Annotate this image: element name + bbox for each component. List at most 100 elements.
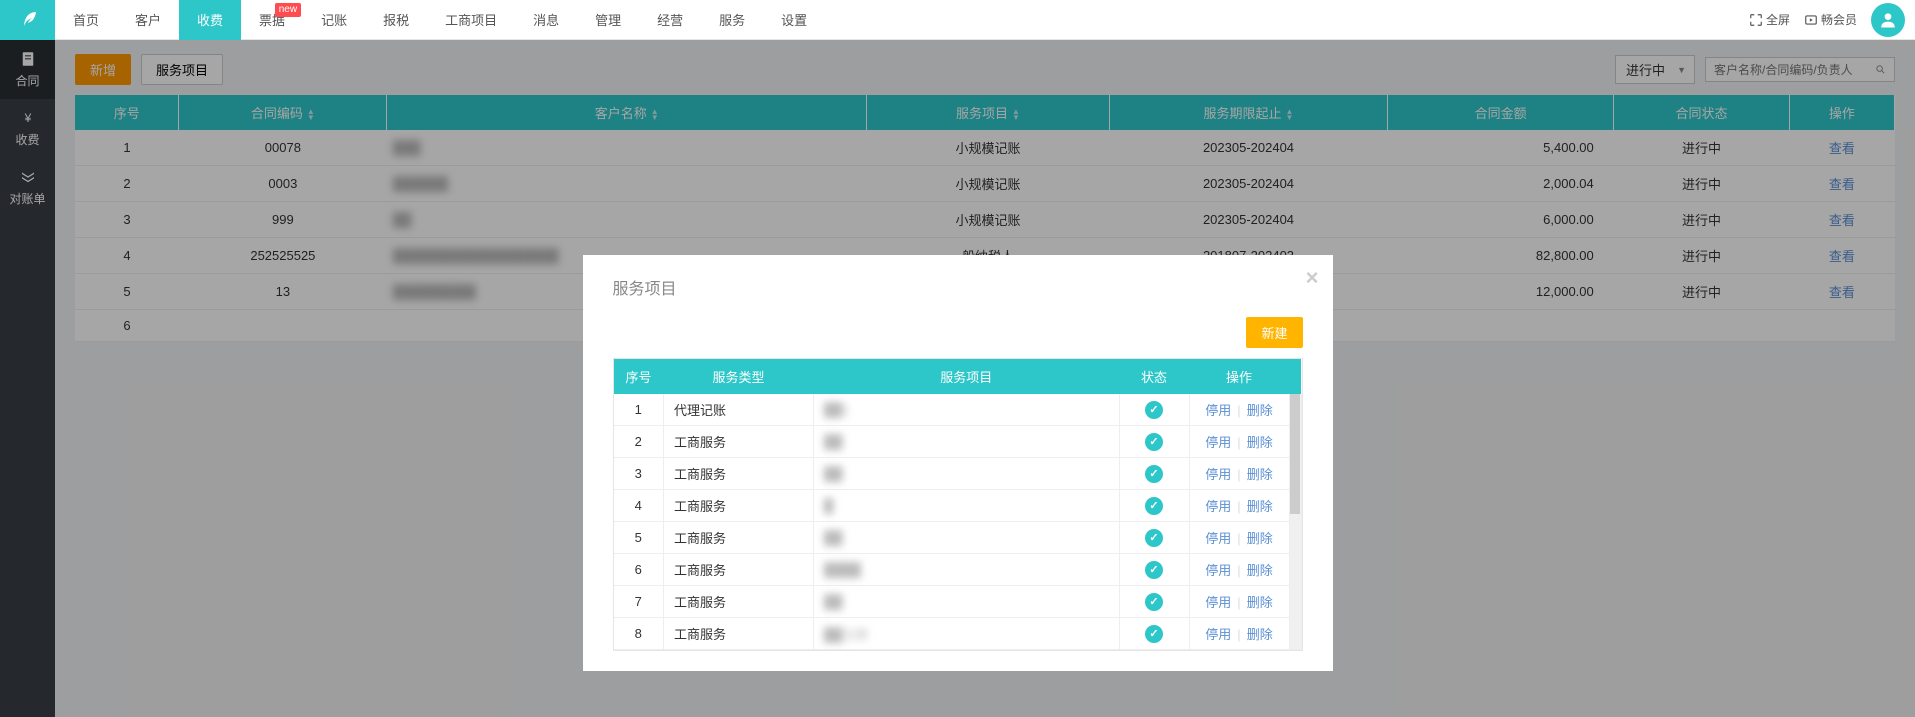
feather-icon bbox=[16, 8, 40, 32]
cell-status bbox=[1119, 522, 1189, 554]
disable-link[interactable]: 停用 bbox=[1199, 595, 1237, 610]
cell-op: 停用|删除 bbox=[1189, 586, 1289, 618]
close-icon[interactable]: × bbox=[1306, 265, 1319, 291]
cell-item: ██1 bbox=[814, 394, 1120, 426]
disable-link[interactable]: 停用 bbox=[1199, 499, 1237, 514]
cell-item: ██ bbox=[814, 522, 1120, 554]
delete-link[interactable]: 删除 bbox=[1241, 627, 1279, 642]
modal-row: 4工商服务█ 停用|删除 bbox=[614, 490, 1302, 522]
cell-seq: 4 bbox=[614, 490, 664, 522]
modal-row: 2工商服务██停用|删除 bbox=[614, 426, 1302, 458]
nav-item-3[interactable]: 票据new bbox=[241, 0, 303, 40]
nav-item-2[interactable]: 收费 bbox=[179, 0, 241, 40]
cell-type: 工商服务 bbox=[664, 458, 814, 490]
cell-seq: 8 bbox=[614, 618, 664, 650]
cell-seq: 7 bbox=[614, 586, 664, 618]
cell-seq: 3 bbox=[614, 458, 664, 490]
cell-op: 停用|删除 bbox=[1189, 394, 1289, 426]
cell-type: 工商服务 bbox=[664, 618, 814, 650]
disable-link[interactable]: 停用 bbox=[1199, 435, 1237, 450]
cell-item: ████ bbox=[814, 554, 1120, 586]
status-ok-icon bbox=[1145, 465, 1163, 483]
cell-seq: 1 bbox=[614, 394, 664, 426]
member-label: 畅会员 bbox=[1821, 11, 1857, 28]
modal-row: 3工商服务██停用|删除 bbox=[614, 458, 1302, 490]
status-ok-icon bbox=[1145, 401, 1163, 419]
modal-row: 5工商服务██ 停用|删除 bbox=[614, 522, 1302, 554]
cell-seq: 6 bbox=[614, 554, 664, 586]
modal-header: 服务项目 bbox=[814, 359, 1120, 394]
avatar[interactable] bbox=[1871, 3, 1905, 37]
delete-link[interactable]: 删除 bbox=[1241, 467, 1279, 482]
scrollbar-thumb[interactable] bbox=[1290, 394, 1300, 514]
nav-item-11[interactable]: 设置 bbox=[763, 0, 825, 40]
modal-scrollbar[interactable] bbox=[1289, 394, 1301, 650]
modal-row: 7工商服务██ 停用|删除 bbox=[614, 586, 1302, 618]
nav-items: 首页客户收费票据new记账报税工商项目消息管理经营服务设置 bbox=[55, 0, 1749, 40]
cell-type: 工商服务 bbox=[664, 490, 814, 522]
disable-link[interactable]: 停用 bbox=[1199, 467, 1237, 482]
modal-row: 6工商服务████停用|删除 bbox=[614, 554, 1302, 586]
modal: × 服务项目 新建 序号服务类型服务项目状态操作 1代理记账██1停用|删除2工… bbox=[583, 255, 1333, 671]
cell-type: 代理记账 bbox=[664, 394, 814, 426]
cell-status bbox=[1119, 490, 1189, 522]
status-ok-icon bbox=[1145, 593, 1163, 611]
modal-toolbar: 新建 bbox=[613, 317, 1303, 348]
cell-status bbox=[1119, 394, 1189, 426]
cell-op: 停用|删除 bbox=[1189, 618, 1289, 650]
cell-op: 停用|删除 bbox=[1189, 458, 1289, 490]
disable-link[interactable]: 停用 bbox=[1199, 627, 1237, 642]
disable-link[interactable]: 停用 bbox=[1199, 563, 1237, 578]
disable-link[interactable]: 停用 bbox=[1199, 531, 1237, 546]
modal-table-wrap: 序号服务类型服务项目状态操作 1代理记账██1停用|删除2工商服务██停用|删除… bbox=[613, 358, 1303, 651]
nav-item-10[interactable]: 服务 bbox=[701, 0, 763, 40]
cell-item: ██ bbox=[814, 426, 1120, 458]
cell-item: ██ bbox=[814, 586, 1120, 618]
nav-item-6[interactable]: 工商项目 bbox=[427, 0, 515, 40]
fullscreen-label: 全屏 bbox=[1766, 11, 1790, 28]
cell-seq: 5 bbox=[614, 522, 664, 554]
status-ok-icon bbox=[1145, 561, 1163, 579]
cell-status bbox=[1119, 586, 1189, 618]
modal-add-button[interactable]: 新建 bbox=[1246, 317, 1302, 348]
delete-link[interactable]: 删除 bbox=[1241, 563, 1279, 578]
modal-header: 服务类型 bbox=[664, 359, 814, 394]
cell-op: 停用|删除 bbox=[1189, 490, 1289, 522]
modal-table: 序号服务类型服务项目状态操作 1代理记账██1停用|删除2工商服务██停用|删除… bbox=[614, 359, 1302, 650]
delete-link[interactable]: 删除 bbox=[1241, 403, 1279, 418]
status-ok-icon bbox=[1145, 433, 1163, 451]
cell-op: 停用|删除 bbox=[1189, 554, 1289, 586]
nav-item-0[interactable]: 首页 bbox=[55, 0, 117, 40]
cell-type: 工商服务 bbox=[664, 586, 814, 618]
modal-overlay: × 服务项目 新建 序号服务类型服务项目状态操作 1代理记账██1停用|删除2工… bbox=[0, 40, 1915, 717]
nav-item-7[interactable]: 消息 bbox=[515, 0, 577, 40]
delete-link[interactable]: 删除 bbox=[1241, 499, 1279, 514]
top-nav: 首页客户收费票据new记账报税工商项目消息管理经营服务设置 全屏 畅会员 bbox=[0, 0, 1915, 40]
nav-badge: new bbox=[275, 3, 301, 17]
play-icon bbox=[1804, 13, 1818, 27]
cell-item: █ bbox=[814, 490, 1120, 522]
nav-item-9[interactable]: 经营 bbox=[639, 0, 701, 40]
nav-item-8[interactable]: 管理 bbox=[577, 0, 639, 40]
delete-link[interactable]: 删除 bbox=[1241, 435, 1279, 450]
nav-item-4[interactable]: 记账 bbox=[303, 0, 365, 40]
user-icon bbox=[1878, 10, 1898, 30]
nav-item-5[interactable]: 报税 bbox=[365, 0, 427, 40]
scrollbar-header bbox=[1289, 359, 1301, 394]
cell-status bbox=[1119, 554, 1189, 586]
modal-row: 1代理记账██1 停用|删除 bbox=[614, 394, 1302, 426]
cell-op: 停用|删除 bbox=[1189, 426, 1289, 458]
cell-op: 停用|删除 bbox=[1189, 522, 1289, 554]
nav-item-1[interactable]: 客户 bbox=[117, 0, 179, 40]
modal-row: 8工商服务██注册停用|删除 bbox=[614, 618, 1302, 650]
delete-link[interactable]: 删除 bbox=[1241, 531, 1279, 546]
member-button[interactable]: 畅会员 bbox=[1804, 11, 1857, 28]
delete-link[interactable]: 删除 bbox=[1241, 595, 1279, 610]
modal-header: 状态 bbox=[1119, 359, 1189, 394]
fullscreen-button[interactable]: 全屏 bbox=[1749, 11, 1790, 28]
status-ok-icon bbox=[1145, 529, 1163, 547]
cell-status bbox=[1119, 426, 1189, 458]
logo[interactable] bbox=[0, 0, 55, 40]
cell-type: 工商服务 bbox=[664, 522, 814, 554]
disable-link[interactable]: 停用 bbox=[1199, 403, 1237, 418]
